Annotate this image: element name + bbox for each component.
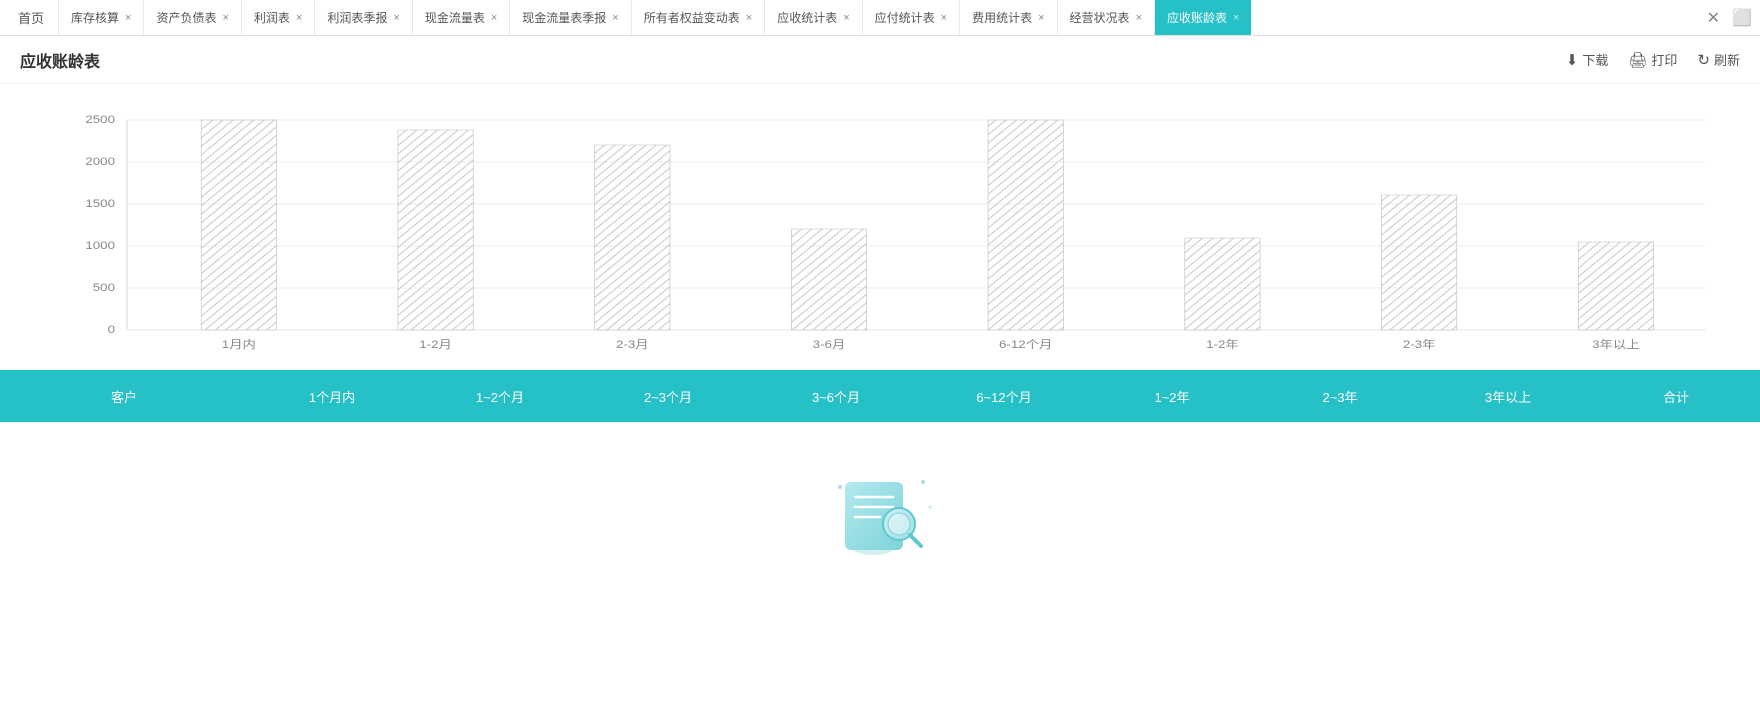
svg-text:3-6月: 3-6月 <box>813 338 846 351</box>
th-6-12month: 6~12个月 <box>920 387 1088 406</box>
page-title: 应收账龄表 <box>20 48 100 72</box>
th-2-3month: 2~3个月 <box>584 387 752 406</box>
tab-ar-stat-close[interactable]: × <box>843 12 849 24</box>
window-controls: ✕ ⬜ <box>1707 0 1752 36</box>
bar-3-6月 <box>791 229 866 330</box>
tab-equity-close[interactable]: × <box>746 12 752 24</box>
refresh-icon: ↻ <box>1697 51 1710 69</box>
page-wrapper: 应收账龄表 ⬇ 下载 🖨 打印 ↻ 刷新 <box>0 36 1760 720</box>
bar-1月内 <box>201 120 276 330</box>
tab-expense-stat-close[interactable]: × <box>1038 12 1044 24</box>
tab-cashflow-close[interactable]: × <box>491 12 497 24</box>
svg-text:3年以上: 3年以上 <box>1592 338 1639 351</box>
svg-text:0: 0 <box>108 323 116 336</box>
tab-cashflow-quarterly[interactable]: 现金流量表季报 × <box>510 0 631 36</box>
svg-text:500: 500 <box>93 281 115 294</box>
svg-text:1500: 1500 <box>85 197 115 210</box>
tab-ar-stat[interactable]: 应收统计表 × <box>765 0 862 36</box>
bar-2-3月 <box>595 145 670 330</box>
tab-equity[interactable]: 所有者权益变动表 × <box>632 0 765 36</box>
svg-text:2-3年: 2-3年 <box>1403 338 1436 351</box>
svg-text:2-3月: 2-3月 <box>616 338 649 351</box>
tab-profit-quarterly-close[interactable]: × <box>393 12 399 24</box>
tab-expense-stat[interactable]: 费用统计表 × <box>960 0 1057 36</box>
tab-balance-close[interactable]: × <box>222 12 228 24</box>
svg-text:6-12个月: 6-12个月 <box>999 338 1052 351</box>
chart-area: 0 500 1000 1500 2000 2500 <box>0 84 1760 370</box>
tab-profit-quarterly[interactable]: 利润表季报 × <box>315 0 412 36</box>
th-1-2month: 1~2个月 <box>416 387 584 406</box>
tab-ap-stat-close[interactable]: × <box>941 12 947 24</box>
tab-ap-stat[interactable]: 应付统计表 × <box>863 0 960 36</box>
tab-home[interactable]: 首页 <box>4 0 59 36</box>
empty-state-icon <box>825 462 935 562</box>
svg-text:1000: 1000 <box>85 239 115 252</box>
svg-text:1-2年: 1-2年 <box>1206 338 1239 351</box>
window-maximize-button[interactable]: ⬜ <box>1732 8 1752 28</box>
bar-3年以上 <box>1578 242 1653 330</box>
bar-1-2年 <box>1185 238 1260 330</box>
th-1-2year: 1~2年 <box>1088 387 1256 406</box>
download-button[interactable]: ⬇ 下载 <box>1566 50 1609 69</box>
th-3year-plus: 3年以上 <box>1424 387 1592 406</box>
tab-operation-close[interactable]: × <box>1136 12 1142 24</box>
empty-state <box>825 442 935 562</box>
table-header: 客户 1个月内 1~2个月 2~3个月 3~6个月 6~12个月 1~2年 2~… <box>0 370 1760 422</box>
bar-2-3年 <box>1382 195 1457 330</box>
refresh-button[interactable]: ↻ 刷新 <box>1697 50 1740 69</box>
page-actions: ⬇ 下载 🖨 打印 ↻ 刷新 <box>1566 50 1740 69</box>
tab-ar-aging[interactable]: 应收账龄表 × <box>1155 0 1251 36</box>
th-3-6month: 3~6个月 <box>752 387 920 406</box>
svg-text:1-2月: 1-2月 <box>419 338 452 351</box>
tab-bar: 首页 库存核算 × 资产负债表 × 利润表 × 利润表季报 × 现金流量表 × … <box>0 0 1760 36</box>
tab-inventory[interactable]: 库存核算 × <box>59 0 144 36</box>
tab-profit[interactable]: 利润表 × <box>242 0 315 36</box>
th-customer: 客户 <box>0 387 248 406</box>
tab-balance[interactable]: 资产负债表 × <box>144 0 241 36</box>
svg-text:2500: 2500 <box>85 113 115 126</box>
th-1month: 1个月内 <box>248 387 416 406</box>
bar-chart: 0 500 1000 1500 2000 2500 <box>30 100 1730 360</box>
bar-6-12月 <box>988 120 1063 330</box>
th-total: 合计 <box>1592 387 1760 406</box>
window-close-button[interactable]: ✕ <box>1707 8 1720 28</box>
tab-profit-close[interactable]: × <box>296 12 302 24</box>
bar-1-2月 <box>398 130 473 330</box>
tab-cashflow-quarterly-close[interactable]: × <box>612 12 618 24</box>
print-icon: 🖨 <box>1628 51 1647 69</box>
download-icon: ⬇ <box>1566 51 1579 69</box>
th-2-3year: 2~3年 <box>1256 387 1424 406</box>
table-body <box>0 422 1760 720</box>
svg-text:1月内: 1月内 <box>222 338 256 351</box>
tab-operation[interactable]: 经营状况表 × <box>1058 0 1155 36</box>
page-header: 应收账龄表 ⬇ 下载 🖨 打印 ↻ 刷新 <box>0 36 1760 84</box>
tab-cashflow[interactable]: 现金流量表 × <box>413 0 510 36</box>
svg-text:2000: 2000 <box>85 155 115 168</box>
tab-inventory-close[interactable]: × <box>125 12 131 24</box>
print-button[interactable]: 🖨 打印 <box>1628 50 1677 69</box>
tab-ar-aging-close[interactable]: × <box>1233 12 1239 24</box>
